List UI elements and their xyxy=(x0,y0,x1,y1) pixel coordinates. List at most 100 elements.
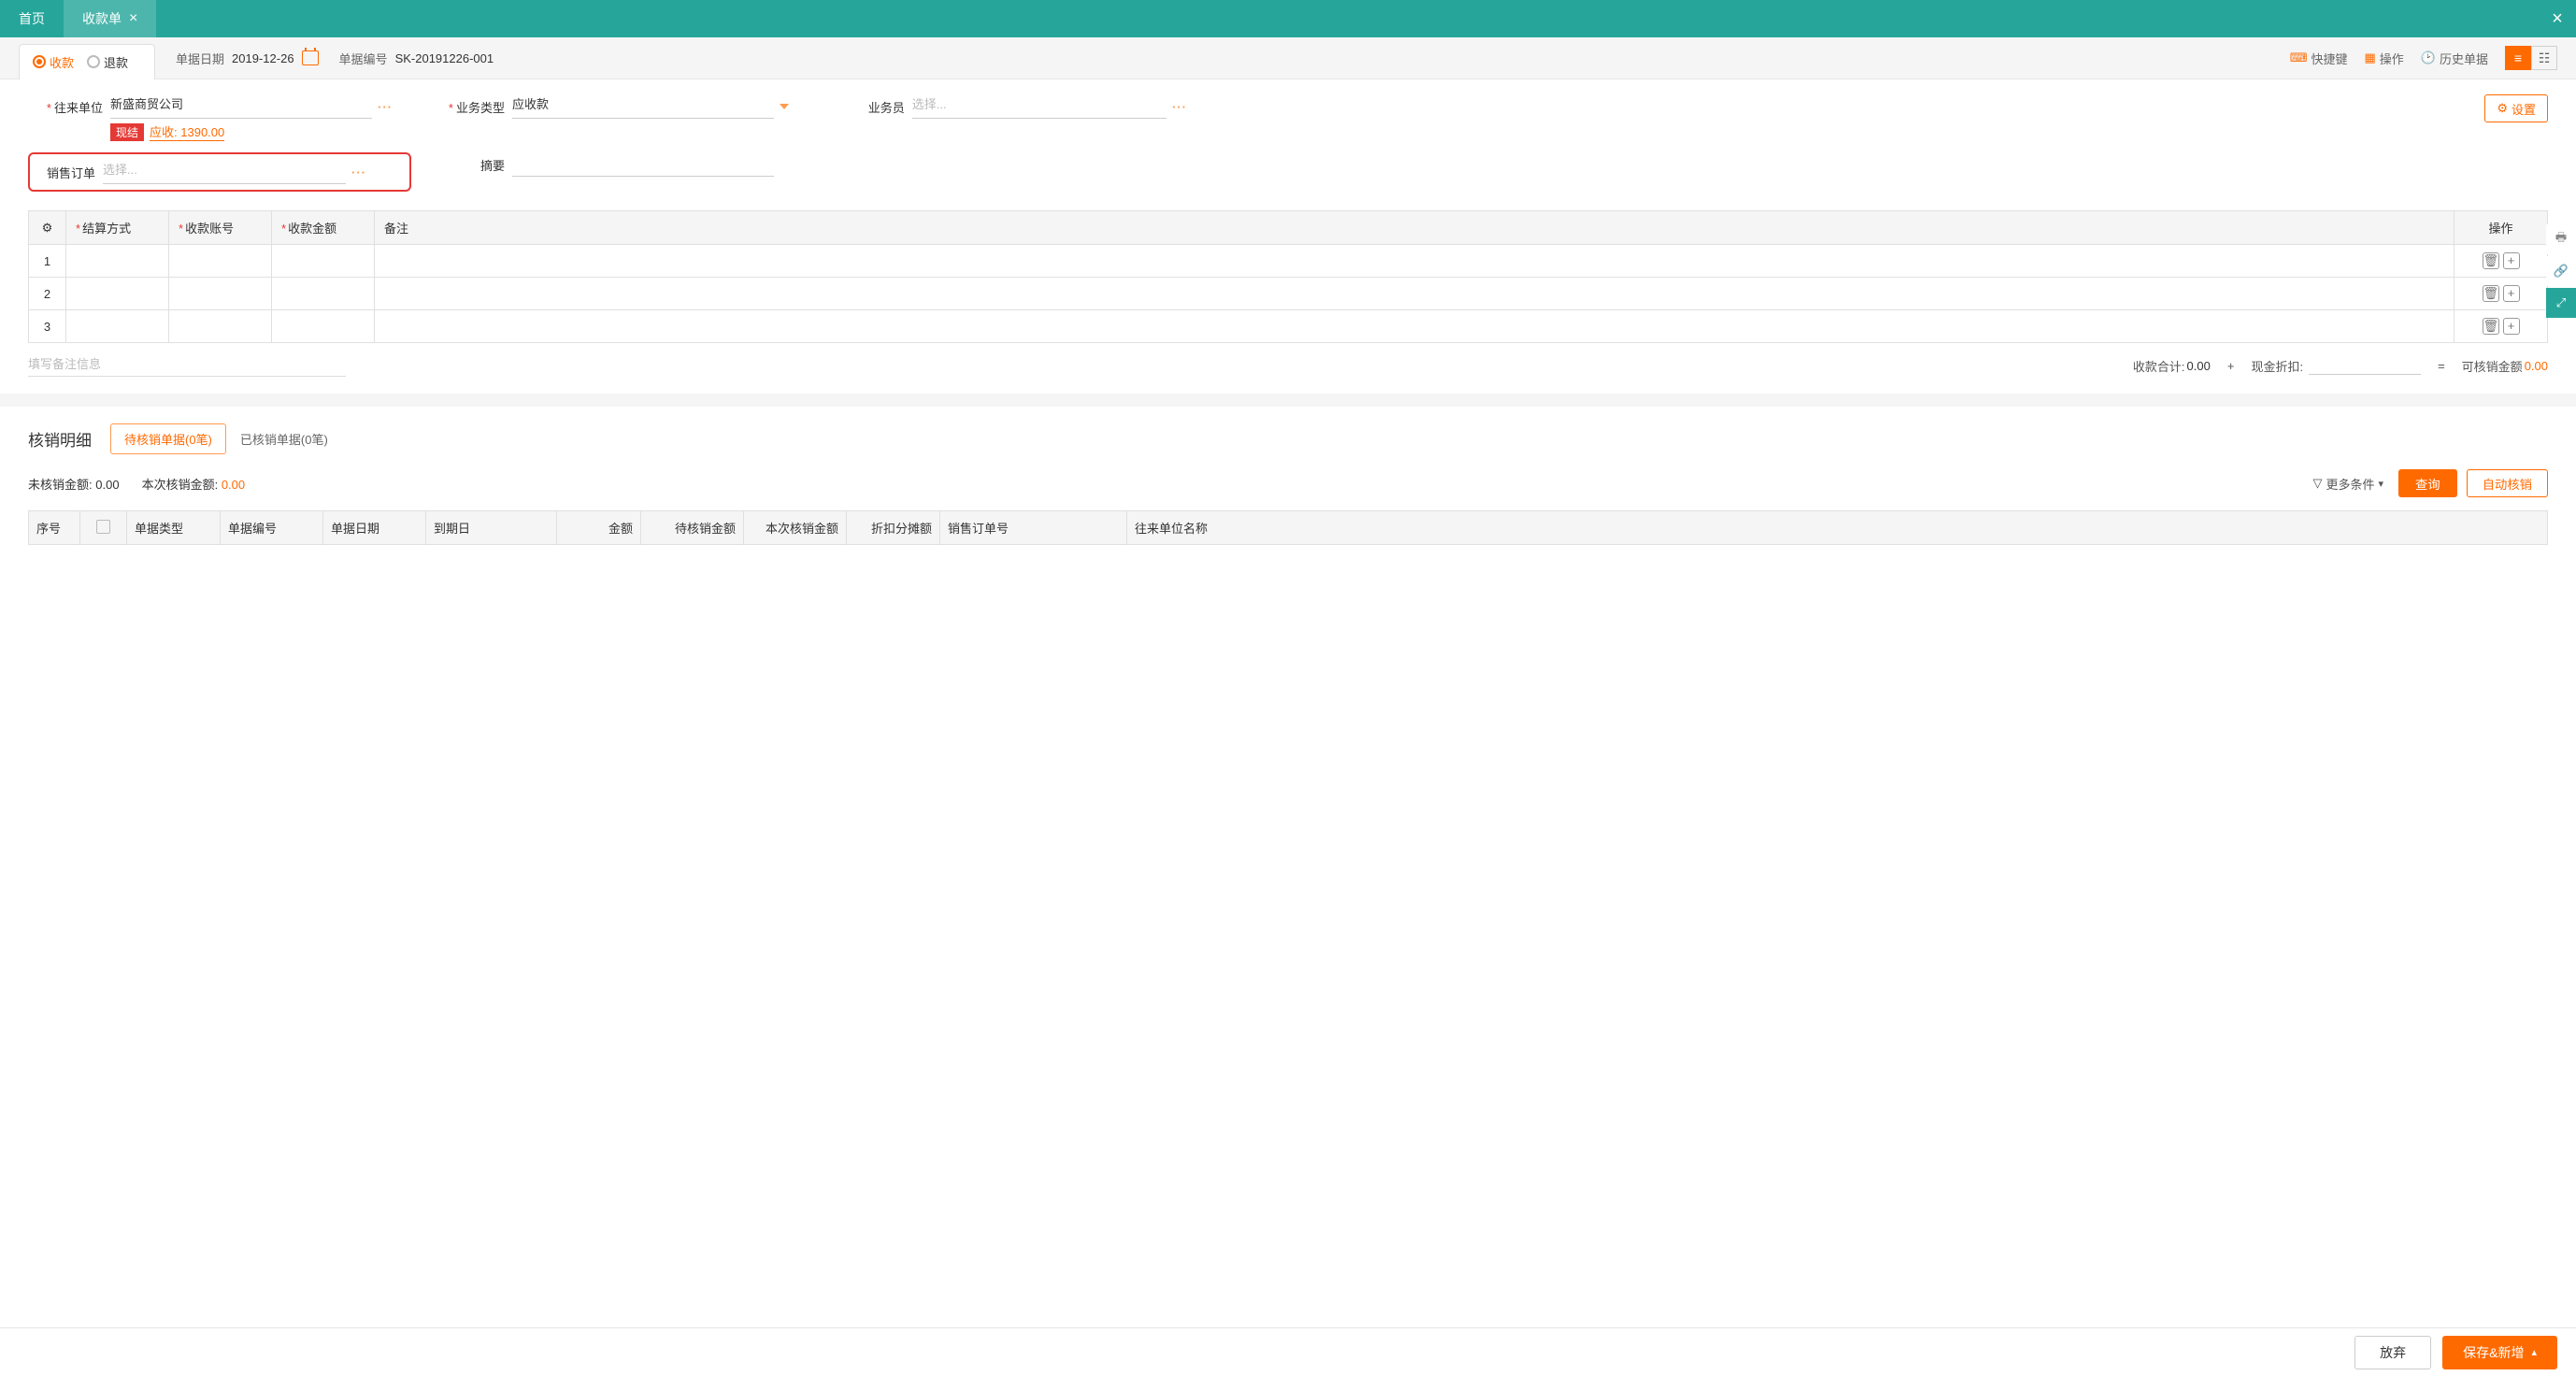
view-detail-icon[interactable]: ☷ xyxy=(2531,46,2557,70)
expand-icon[interactable]: ⤢ xyxy=(2546,288,2576,318)
delete-row-icon[interactable]: 🗑 xyxy=(2483,252,2499,269)
discard-button[interactable]: 放弃 xyxy=(2354,1336,2431,1369)
row-index: 3 xyxy=(29,310,66,343)
ellipsis-icon[interactable]: ··· xyxy=(1172,100,1187,114)
radio-receive[interactable]: 收款 xyxy=(33,53,74,71)
docnum-value: SK-20191226-001 xyxy=(395,51,494,65)
cell-account[interactable] xyxy=(169,310,272,343)
summary-input[interactable] xyxy=(512,152,774,177)
cell-account[interactable] xyxy=(169,245,272,278)
chevron-down-icon[interactable] xyxy=(780,104,789,109)
notes-input[interactable]: 填写备注信息 xyxy=(28,354,346,377)
settings-button[interactable]: 设置 xyxy=(2484,94,2548,122)
calendar-icon[interactable] xyxy=(302,50,319,65)
salesperson-input[interactable]: 选择... xyxy=(912,94,1166,119)
shortcut-label: 快捷键 xyxy=(2311,50,2347,67)
cash-badge: 现结 xyxy=(110,123,144,141)
add-row-icon[interactable]: + xyxy=(2503,318,2520,335)
ellipsis-icon[interactable]: ··· xyxy=(378,100,393,114)
salesorder-input[interactable]: 选择... xyxy=(103,160,346,184)
close-icon[interactable]: × xyxy=(129,10,137,27)
cell-account[interactable] xyxy=(169,278,272,310)
save-label: 保存&新增 xyxy=(2463,1343,2524,1362)
discount-input[interactable] xyxy=(2309,356,2421,375)
vcol-docnum: 单据编号 xyxy=(221,511,323,545)
radio-receive-label: 收款 xyxy=(50,53,74,71)
operate-button[interactable]: ▦ 操作 xyxy=(2364,50,2403,67)
sum-label: 收款合计: xyxy=(2133,357,2185,375)
delete-row-icon[interactable]: 🗑 xyxy=(2483,285,2499,302)
sum-value: 0.00 xyxy=(2187,359,2211,373)
row-index: 1 xyxy=(29,245,66,278)
salesperson-label: 业务员 xyxy=(832,98,905,116)
ellipsis-icon[interactable]: ··· xyxy=(351,165,366,179)
vcol-duedate: 到期日 xyxy=(426,511,557,545)
verify-grid-body xyxy=(28,545,2548,723)
cell-settle-method[interactable] xyxy=(66,310,169,343)
tab-receipt[interactable]: 收款单 × xyxy=(64,0,156,37)
tab-home[interactable]: 首页 xyxy=(0,0,64,37)
delete-row-icon[interactable]: 🗑 xyxy=(2483,318,2499,335)
radio-refund-label: 退款 xyxy=(104,53,128,71)
chevron-down-icon: ▾ xyxy=(2379,478,2384,490)
gear-icon xyxy=(2497,101,2512,116)
col-settle-method: 结算方式 xyxy=(66,211,169,245)
cell-amount[interactable] xyxy=(272,310,375,343)
receivable-link[interactable]: 应收: 1390.00 xyxy=(150,122,224,141)
verify-title: 核销明细 xyxy=(28,427,92,451)
date-value[interactable]: 2019-12-26 xyxy=(232,51,294,65)
type-switch: 收款 退款 xyxy=(19,44,155,79)
footer-bar: 放弃 保存&新增 ▴ xyxy=(0,1327,2576,1376)
cell-settle-method[interactable] xyxy=(66,245,169,278)
chevron-up-icon: ▴ xyxy=(2531,1346,2537,1358)
side-rail: 🖶 🔗 ⤢ xyxy=(2546,224,2576,320)
add-row-icon[interactable]: + xyxy=(2503,285,2520,302)
cell-amount[interactable] xyxy=(272,278,375,310)
vcol-seq: 序号 xyxy=(29,511,80,545)
add-row-icon[interactable]: + xyxy=(2503,252,2520,269)
tab-pending-verify[interactable]: 待核销单据(0笔) xyxy=(110,423,226,454)
gear-icon[interactable]: ⚙ xyxy=(42,221,53,235)
save-and-new-button[interactable]: 保存&新增 ▴ xyxy=(2442,1336,2557,1369)
print-icon[interactable]: 🖶 xyxy=(2546,224,2576,254)
operate-label: 操作 xyxy=(2380,50,2404,67)
this-verify-value: 0.00 xyxy=(222,478,245,492)
col-account: 收款账号 xyxy=(169,211,272,245)
radio-icon xyxy=(87,55,100,68)
table-row[interactable]: 2🗑+ xyxy=(29,278,2548,310)
link-icon[interactable]: 🔗 xyxy=(2546,256,2576,286)
view-list-icon[interactable]: ≡ xyxy=(2505,46,2531,70)
table-row[interactable]: 1 🗑+ xyxy=(29,245,2548,278)
unverified-value: 0.00 xyxy=(95,478,119,492)
view-toggle: ≡ ☷ xyxy=(2505,46,2557,70)
vcol-docdate: 单据日期 xyxy=(323,511,426,545)
receivable-value: 1390.00 xyxy=(180,125,224,139)
salesorder-field-highlight: 销售订单 选择... ··· xyxy=(28,152,411,192)
cell-remark[interactable] xyxy=(375,310,2454,343)
verification-section: 核销明细 待核销单据(0笔) 已核销单据(0笔) 未核销金额: 0.00 本次核… xyxy=(0,407,2576,739)
col-remark: 备注 xyxy=(375,211,2454,245)
radio-icon xyxy=(33,55,46,68)
plus-sign: + xyxy=(2227,359,2235,373)
vcol-this: 本次核销金额 xyxy=(744,511,847,545)
checkbox-all[interactable] xyxy=(96,520,110,534)
unverified-label: 未核销金额: xyxy=(28,478,93,492)
cell-remark[interactable] xyxy=(375,245,2454,278)
more-filters-button[interactable]: 更多条件 ▾ xyxy=(2312,475,2383,493)
tab-done-verify[interactable]: 已核销单据(0笔) xyxy=(226,423,342,454)
shortcut-button[interactable]: ⌨ 快捷键 xyxy=(2290,50,2348,67)
cell-amount[interactable] xyxy=(272,245,375,278)
auto-verify-button[interactable]: 自动核销 xyxy=(2467,469,2548,497)
document-header: 收款 退款 单据日期 2019-12-26 单据编号 SK-20191226-0… xyxy=(0,37,2576,79)
radio-refund[interactable]: 退款 xyxy=(87,53,128,71)
table-row[interactable]: 3 🗑+ xyxy=(29,310,2548,343)
cell-settle-method[interactable] xyxy=(66,278,169,310)
cell-remark[interactable] xyxy=(375,278,2454,310)
query-button[interactable]: 查询 xyxy=(2398,469,2457,497)
biztype-value[interactable]: 应收款 xyxy=(512,94,774,119)
tab-home-label: 首页 xyxy=(19,9,45,28)
partner-value[interactable]: 新盛商贸公司 xyxy=(110,94,372,119)
history-button[interactable]: 🕑 历史单据 xyxy=(2421,50,2488,67)
docnum-label: 单据编号 xyxy=(339,50,388,67)
window-close-icon[interactable]: × xyxy=(2539,0,2576,37)
